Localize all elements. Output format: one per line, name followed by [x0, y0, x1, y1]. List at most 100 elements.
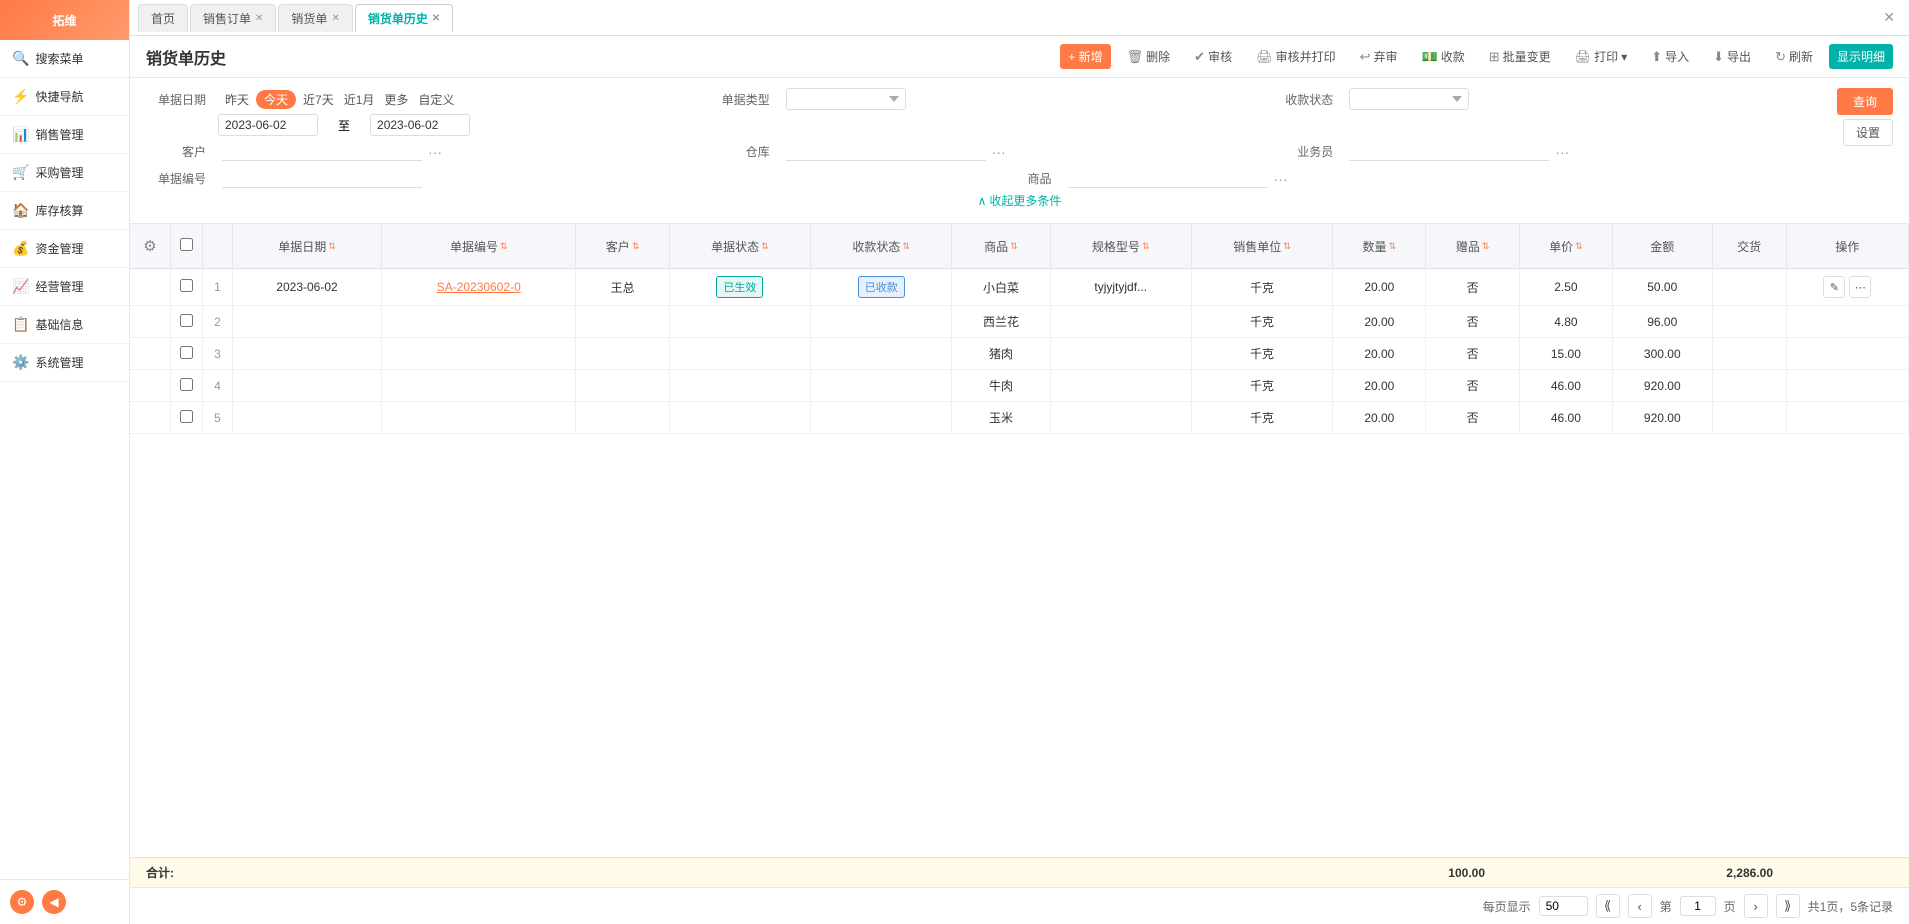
shortcut-today[interactable]: 今天: [256, 90, 296, 109]
product-input[interactable]: [1068, 169, 1268, 188]
tab-sales-order[interactable]: 销售订单 ✕: [190, 4, 276, 32]
row-checkbox[interactable]: [180, 279, 193, 292]
date-from-input[interactable]: [218, 114, 318, 136]
print-btn[interactable]: 🖨 打印 ▾: [1567, 44, 1636, 69]
prev-page-btn[interactable]: ‹: [1628, 894, 1652, 918]
tab-close-icon[interactable]: ✕: [331, 13, 339, 24]
col-doc-status[interactable]: 单据状态 ⇅: [669, 224, 810, 269]
shortcut-yesterday[interactable]: 昨天: [222, 90, 252, 109]
cell-checkbox[interactable]: [171, 269, 203, 306]
per-page-select[interactable]: 50 100: [1539, 896, 1588, 916]
shortcut-more[interactable]: 更多: [381, 90, 411, 109]
import-btn[interactable]: ⬆ 导入: [1643, 44, 1697, 69]
cell-checkbox[interactable]: [171, 370, 203, 402]
content-area: 销货单历史 + 新增 🗑 删除 ✔ 审核 🖨 审核并打印 ↩: [130, 36, 1909, 924]
cell-customer: [576, 306, 669, 338]
refresh-btn[interactable]: ↻ 刷新: [1767, 44, 1821, 69]
customer-picker-btn[interactable]: ···: [428, 144, 442, 160]
col-product[interactable]: 商品 ⇅: [952, 224, 1050, 269]
doc-number-input[interactable]: [222, 169, 422, 188]
cell-trade: [1712, 402, 1786, 434]
last-page-btn[interactable]: ⟫: [1776, 894, 1800, 918]
col-customer[interactable]: 客户 ⇅: [576, 224, 669, 269]
sort-icon: ⇅: [500, 241, 508, 252]
more-btn[interactable]: ⋯: [1849, 276, 1871, 298]
col-qty[interactable]: 数量 ⇅: [1333, 224, 1426, 269]
cell-checkbox[interactable]: [171, 306, 203, 338]
sidebar-item-operations[interactable]: 📈 经营管理: [0, 268, 129, 306]
tab-sales-history[interactable]: 销货单历史 ✕: [355, 4, 453, 32]
doc-no-link[interactable]: SA-20230602-0: [437, 280, 521, 294]
tab-home[interactable]: 首页: [138, 4, 188, 32]
collect-btn[interactable]: 💵 收款: [1414, 44, 1473, 69]
add-btn[interactable]: + 新增: [1060, 44, 1110, 69]
select-all-checkbox[interactable]: [180, 238, 193, 251]
next-page-btn[interactable]: ›: [1744, 894, 1768, 918]
row-checkbox[interactable]: [180, 410, 193, 423]
col-spec[interactable]: 规格型号 ⇅: [1050, 224, 1191, 269]
tab-sales-delivery[interactable]: 销货单 ✕: [278, 4, 352, 32]
date-to-input[interactable]: [370, 114, 470, 136]
doc-type-select[interactable]: [786, 88, 906, 110]
payment-status-select[interactable]: [1349, 88, 1469, 110]
page-number-input[interactable]: [1680, 896, 1716, 916]
delete-btn-label: 删除: [1146, 48, 1170, 65]
cell-doc-status: [669, 338, 810, 370]
cell-qty: 20.00: [1333, 402, 1426, 434]
customer-input[interactable]: [222, 142, 422, 161]
export-btn[interactable]: ⬇ 导出: [1705, 44, 1759, 69]
import-icon: ⬆: [1651, 49, 1662, 65]
salesperson-input[interactable]: [1349, 142, 1549, 161]
batch-change-btn[interactable]: ⊞ 批量变更: [1481, 44, 1559, 69]
col-payment-status[interactable]: 收款状态 ⇅: [811, 224, 952, 269]
cell-unit: 千克: [1191, 306, 1332, 338]
show-detail-btn[interactable]: 显示明细: [1829, 44, 1893, 69]
sidebar-collapse-btn[interactable]: ◀: [42, 890, 66, 914]
sidebar-item-quick-nav[interactable]: ⚡ 快捷导航: [0, 78, 129, 116]
close-all-tabs-btn[interactable]: ✕: [1877, 9, 1901, 26]
collapse-filter-btn[interactable]: ∧ 收起更多条件: [146, 188, 1893, 213]
query-btn[interactable]: 查询: [1837, 88, 1893, 115]
row-checkbox[interactable]: [180, 346, 193, 359]
filter-settings-btn[interactable]: 设置: [1843, 119, 1893, 146]
sidebar-item-search-menu[interactable]: 🔍 搜索菜单: [0, 40, 129, 78]
col-doc-no[interactable]: 单据编号 ⇅: [382, 224, 576, 269]
row-checkbox[interactable]: [180, 314, 193, 327]
sidebar-item-purchase-mgmt[interactable]: 🛒 采购管理: [0, 154, 129, 192]
warehouse-input[interactable]: [786, 142, 986, 161]
table-settings-icon[interactable]: ⚙: [136, 232, 164, 260]
cell-checkbox[interactable]: [171, 338, 203, 370]
tab-close-icon[interactable]: ✕: [432, 13, 440, 24]
shortcut-custom[interactable]: 自定义: [415, 90, 457, 109]
edit-btn[interactable]: ✎: [1823, 276, 1845, 298]
sidebar-item-label: 基础信息: [35, 316, 83, 333]
col-unit[interactable]: 销售单位 ⇅: [1191, 224, 1332, 269]
audit-print-btn[interactable]: 🖨 审核并打印: [1248, 44, 1344, 69]
tab-close-icon[interactable]: ✕: [255, 13, 263, 24]
audit-btn[interactable]: ✔ 审核: [1186, 44, 1240, 69]
col-date[interactable]: 单据日期 ⇅: [233, 224, 382, 269]
product-picker-btn[interactable]: ···: [1274, 171, 1288, 187]
salesperson-picker-btn[interactable]: ···: [1555, 144, 1569, 160]
col-unit-price[interactable]: 单价 ⇅: [1519, 224, 1612, 269]
cell-unit-price: 46.00: [1519, 370, 1612, 402]
shortcut-7days[interactable]: 近7天: [300, 90, 337, 109]
col-gift[interactable]: 赠品 ⇅: [1426, 224, 1519, 269]
delete-btn[interactable]: 🗑 删除: [1119, 44, 1179, 69]
sidebar-item-basic-info[interactable]: 📋 基础信息: [0, 306, 129, 344]
warehouse-picker-btn[interactable]: ···: [992, 144, 1006, 160]
sidebar-item-sales-mgmt[interactable]: 📊 销售管理: [0, 116, 129, 154]
search-icon: 🔍: [12, 50, 29, 67]
abandon-btn[interactable]: ↩ 弃审: [1352, 44, 1406, 69]
sidebar-item-inventory[interactable]: 🏠 库存核算: [0, 192, 129, 230]
row-checkbox[interactable]: [180, 378, 193, 391]
first-page-btn[interactable]: ⟪: [1596, 894, 1620, 918]
cell-checkbox[interactable]: [171, 402, 203, 434]
refresh-icon: ↻: [1775, 49, 1786, 65]
sidebar-item-finance[interactable]: 💰 资金管理: [0, 230, 129, 268]
shortcut-1month[interactable]: 近1月: [341, 90, 378, 109]
audit-print-icon: 🖨: [1256, 49, 1273, 65]
sidebar-item-system-mgmt[interactable]: ⚙️ 系统管理: [0, 344, 129, 382]
sidebar-settings-btn[interactable]: ⚙: [10, 890, 34, 914]
col-settings[interactable]: ⚙: [130, 224, 171, 269]
